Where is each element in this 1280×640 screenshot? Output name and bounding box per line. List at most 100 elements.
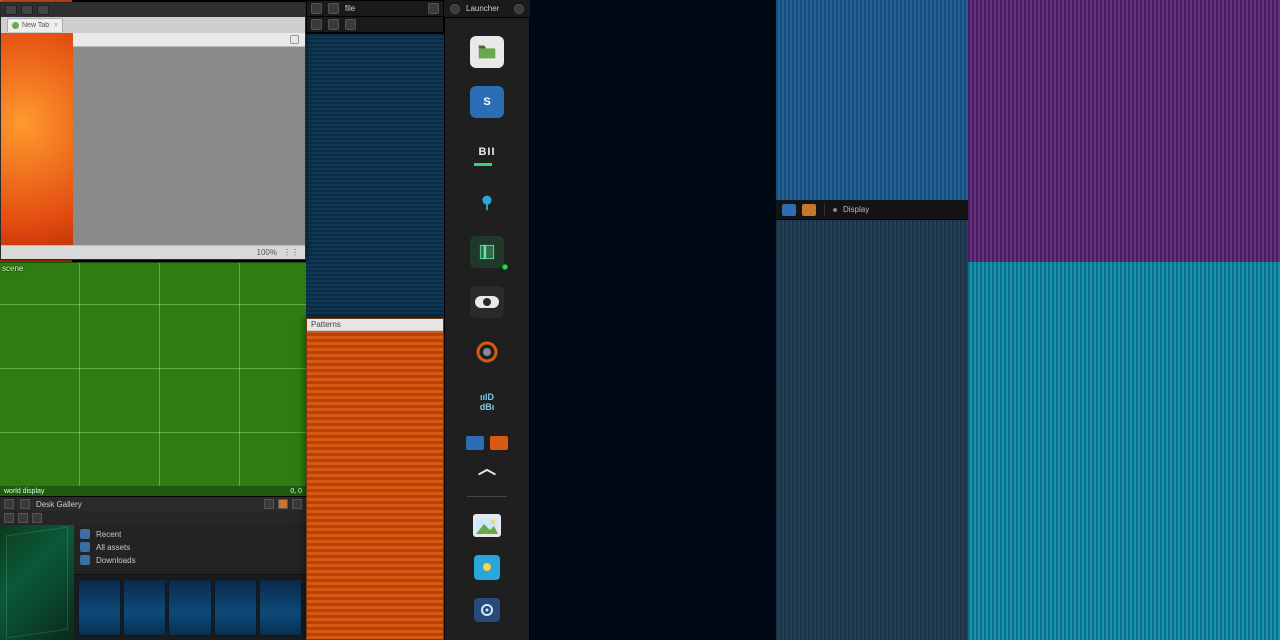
patterns-window: Patterns — [306, 318, 444, 640]
dock-expand-icon[interactable] — [472, 468, 502, 477]
mini-tool-icon[interactable] — [311, 19, 322, 30]
s-glyph-icon: S — [483, 96, 490, 108]
asset-editor-appicon2-icon — [20, 499, 30, 509]
browser-viewport[interactable] — [73, 47, 305, 245]
mini-appicon2-icon — [328, 3, 339, 14]
pin-icon — [476, 191, 498, 213]
code-app[interactable]: BII — [470, 136, 504, 168]
status-grip-icon: ⋮⋮ — [283, 248, 299, 257]
thumbnail[interactable] — [259, 579, 302, 636]
settings-app[interactable] — [474, 598, 500, 622]
asset-editor-title: Desk Gallery — [36, 500, 82, 509]
tab-favicon-icon — [12, 22, 19, 29]
files-app[interactable] — [470, 36, 504, 68]
asset-editor-min-button[interactable] — [264, 499, 274, 509]
grid-glyph-icon: ıılDdBı — [480, 392, 495, 412]
folder-icon — [476, 41, 498, 63]
dock-separator — [467, 496, 507, 497]
mini-blue[interactable] — [466, 436, 484, 450]
panel-label: Launcher — [466, 4, 499, 13]
photo-icon — [476, 518, 498, 534]
tab-close-icon[interactable]: × — [54, 22, 58, 29]
mini-close-button[interactable] — [428, 3, 439, 14]
slate-btn-1[interactable] — [782, 204, 796, 216]
camera-icon — [475, 294, 499, 310]
thumbnail[interactable] — [168, 579, 211, 636]
asset-editor-warn-icon — [278, 499, 288, 509]
list-item[interactable]: Downloads — [80, 555, 300, 565]
grid-app[interactable]: ıılDdBı — [470, 386, 504, 418]
toolbar-btn-3[interactable] — [32, 513, 42, 523]
asset-editor-appicon-icon — [4, 499, 14, 509]
patterns-titlebar[interactable]: Patterns — [307, 319, 443, 331]
mini-orange[interactable] — [490, 436, 508, 450]
green-grid-footer: world display 0, 0 — [0, 486, 306, 496]
folder-icon — [80, 542, 90, 552]
thumbnail[interactable] — [123, 579, 166, 636]
target-app[interactable] — [470, 186, 504, 218]
folder-icon — [80, 529, 90, 539]
browser-statusbar: 100% ⋮⋮ — [1, 245, 305, 259]
toolbar-btn-2[interactable] — [18, 513, 28, 523]
slate-panel — [776, 200, 968, 640]
asset-editor-list: Recent All assets Downloads — [74, 525, 306, 575]
text-app[interactable]: S — [470, 86, 504, 118]
patterns-title: Patterns — [311, 320, 341, 329]
bii-glyph-icon: BII — [478, 146, 495, 158]
browser-tab[interactable]: New Tab × — [7, 18, 63, 32]
wallpaper-purple — [968, 0, 1280, 262]
slate-title: Display — [843, 205, 869, 214]
list-item[interactable]: All assets — [80, 542, 300, 552]
toolbar-btn-1[interactable] — [4, 513, 14, 523]
browser-window: New Tab × 100% ⋮⋮ — [0, 2, 306, 260]
green-footer-right: 0, 0 — [290, 488, 302, 495]
win-min-button[interactable] — [5, 5, 17, 15]
asset-editor-close-button[interactable] — [292, 499, 302, 509]
win-max-button[interactable] — [21, 5, 33, 15]
slate-divider — [824, 204, 825, 216]
browser-app[interactable] — [470, 336, 504, 368]
thumbnail[interactable] — [78, 579, 121, 636]
list-item[interactable]: Recent — [80, 529, 300, 539]
ring-icon — [475, 340, 499, 364]
gear-icon — [479, 602, 495, 618]
mini-appicon-icon — [311, 3, 322, 14]
asset-editor-titlebar[interactable]: Desk Gallery — [0, 497, 306, 511]
slate-btn-2[interactable] — [802, 204, 816, 216]
thumbnail[interactable] — [214, 579, 257, 636]
asset-editor-thumbs — [74, 575, 306, 640]
green-grid-viewport[interactable] — [0, 262, 306, 496]
mini-window-row[interactable]: file — [307, 1, 443, 17]
mini-tool2-icon[interactable] — [328, 19, 339, 30]
patterns-body[interactable] — [307, 331, 443, 639]
panel-power-icon[interactable] — [450, 4, 460, 14]
mini-row-label: file — [345, 4, 355, 13]
browser-left-gutter — [1, 33, 73, 259]
browser-titlebar[interactable] — [1, 3, 305, 17]
photo-app[interactable] — [473, 514, 501, 537]
browser-tabstrip: New Tab × — [1, 17, 305, 33]
list-item-label: Recent — [96, 530, 121, 539]
menu-icon[interactable] — [290, 35, 299, 44]
asset-editor-body: Recent All assets Downloads — [74, 525, 306, 640]
weather-app[interactable] — [474, 555, 500, 579]
win-close-button[interactable] — [37, 5, 49, 15]
top-panel: Launcher — [444, 0, 530, 18]
green-footer-left: world display — [4, 488, 44, 495]
mini-tool3-icon[interactable] — [345, 19, 356, 30]
mini-window-row[interactable] — [307, 17, 443, 33]
folder-icon — [80, 555, 90, 565]
dock-mini-row — [466, 436, 508, 450]
panel-menu-icon[interactable] — [514, 4, 524, 14]
green-grid-label: scene — [2, 264, 23, 273]
slate-titlebar[interactable]: Display — [776, 200, 968, 220]
asset-editor-toolbar — [0, 511, 306, 525]
camera-app[interactable] — [470, 286, 504, 318]
list-item-label: All assets — [96, 543, 130, 552]
tab-label: New Tab — [22, 22, 49, 29]
asset-editor-preview[interactable] — [0, 525, 74, 640]
wallpaper-blue2 — [776, 0, 968, 200]
dock: S BII ıılDdBı — [444, 18, 530, 640]
package-app[interactable] — [470, 236, 504, 268]
running-dot-icon — [502, 264, 508, 270]
